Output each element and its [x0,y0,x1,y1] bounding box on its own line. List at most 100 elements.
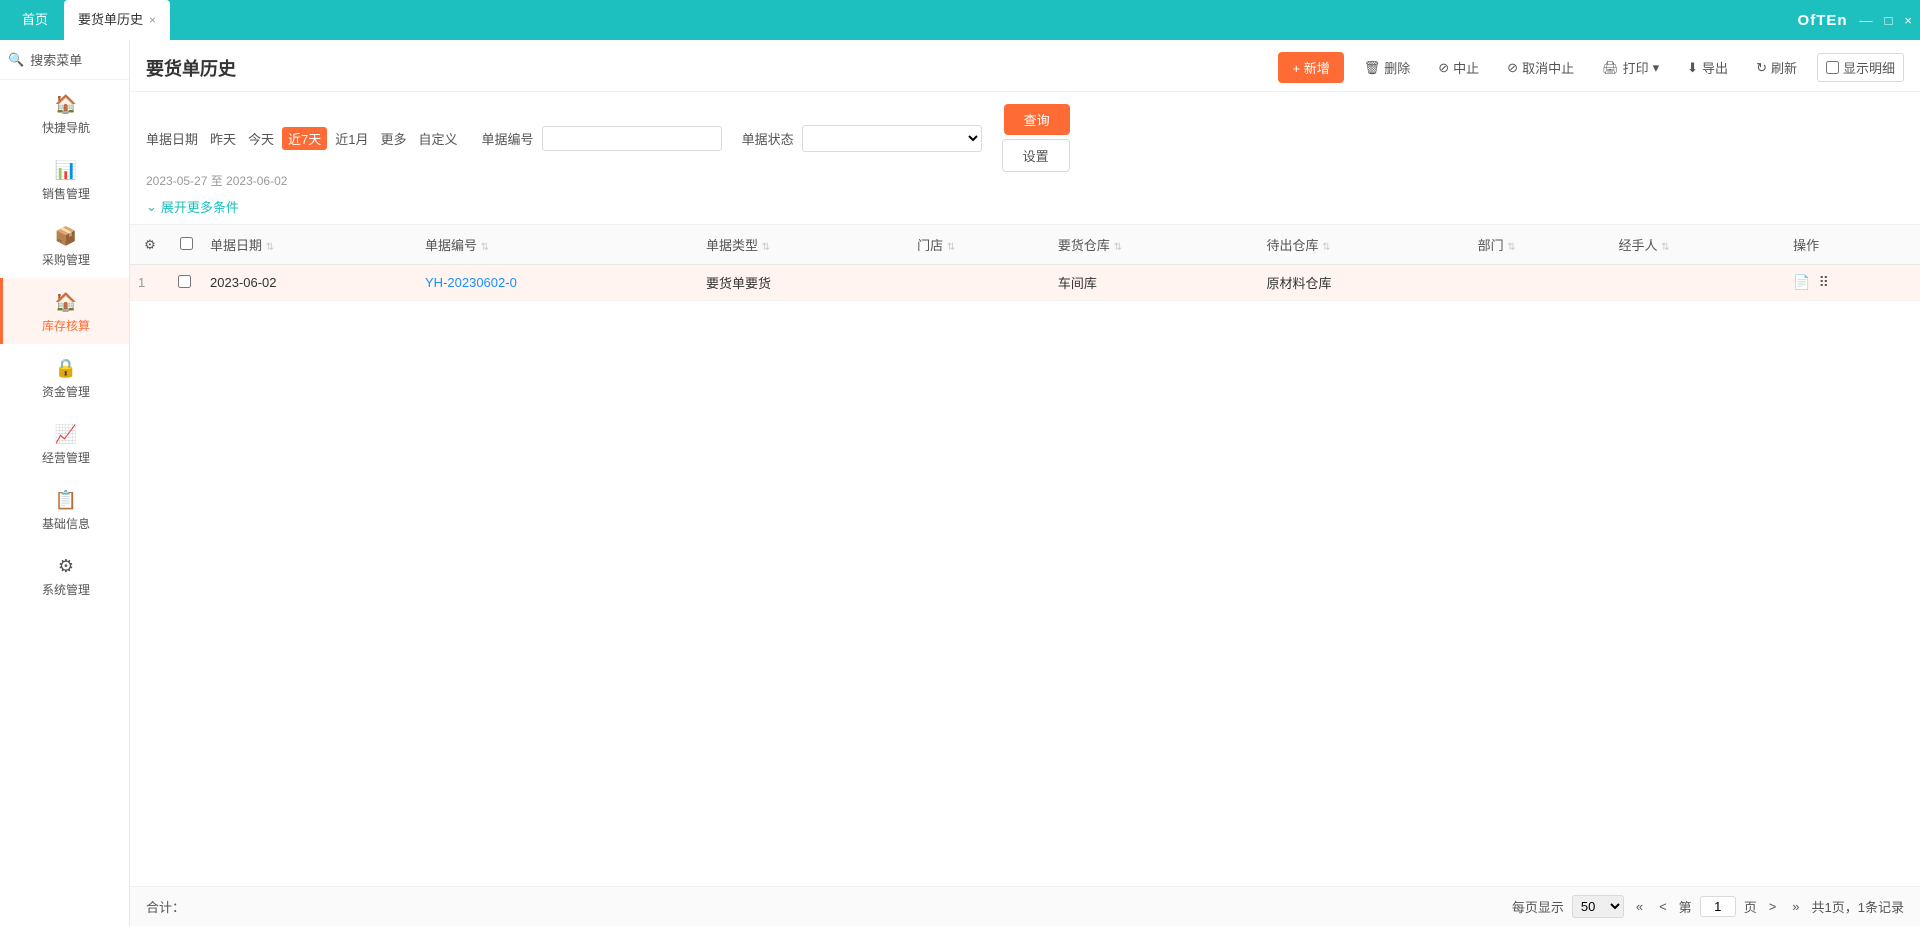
row-checkbox[interactable] [178,275,191,288]
date-yesterday-btn[interactable]: 昨天 [206,127,240,150]
date-more-btn[interactable]: 更多 [377,127,411,150]
sort-doc-date-icon: ⇅ [266,242,274,253]
refresh-button[interactable]: ↻ 刷新 [1748,54,1805,81]
display-detail-checkbox[interactable] [1826,61,1839,74]
th-handler[interactable]: 经手人 ⇅ [1610,225,1785,265]
cancel-suspend-button[interactable]: ⊘ 取消中止 [1499,54,1582,81]
suspend-icon: ⊘ [1438,60,1449,76]
sidebar-item-basic-label: 基础信息 [42,515,90,532]
new-button[interactable]: + 新增 [1278,52,1343,83]
filter-row: 单据日期 昨天 今天 近7天 近1月 更多 自定义 单据编号 [146,104,1904,172]
page-size-label: 每页显示 [1512,897,1564,916]
export-label: 导出 [1702,58,1728,77]
export-button[interactable]: ⬇ 导出 [1679,54,1736,81]
sidebar-item-purchase[interactable]: 📦 采购管理 [0,212,129,278]
filter-date-item: 单据日期 昨天 今天 近7天 近1月 更多 自定义 [146,127,462,150]
pagination: 每页显示 50 10 20 100 « < 第 页 > » 共1页，1条记录 [1512,895,1904,918]
sidebar-item-finance[interactable]: 🔒 资金管理 [0,344,129,410]
th-store-label: 门店 [917,238,943,253]
window-min-btn[interactable]: — [1860,13,1873,28]
doc-no-link[interactable]: YH-20230602-0 [425,275,517,290]
select-all-checkbox[interactable] [180,237,193,250]
th-doc-no[interactable]: 单据编号 ⇅ [417,225,698,265]
table-footer: 合计： 每页显示 50 10 20 100 « < 第 页 > » [130,886,1920,926]
footer-total-label: 合计： [146,897,185,916]
tab-home[interactable]: 首页 [8,0,62,40]
window-close-btn[interactable]: × [1904,13,1912,28]
page-content: 要货单历史 + 新增 🗑 删除 ⊘ 中止 ⊘ 取消中止 [130,40,1920,926]
th-doc-date[interactable]: 单据日期 ⇅ [202,225,417,265]
sidebar-item-inventory[interactable]: 🏠 库存核算 [0,278,129,344]
expand-chevron-icon: ⌄ [146,199,157,215]
expand-label: 展开更多条件 [161,197,239,216]
date-filter-label: 单据日期 [146,129,198,148]
filter-date-range-row: 2023-05-27 至 2023-06-02 [146,172,1904,189]
action-icons: 📄 ⠿ [1793,274,1912,291]
table-header-row: ⚙ 单据日期 ⇅ 单据编号 ⇅ [130,225,1920,265]
status-select[interactable] [802,125,982,152]
sidebar-item-purchase-label: 采购管理 [42,251,90,268]
page-input[interactable] [1700,896,1736,917]
page-size-select[interactable]: 50 10 20 100 [1572,895,1624,918]
td-req-warehouse: 车间库 [1050,265,1259,301]
th-department-label: 部门 [1478,238,1504,253]
action-edit-icon[interactable]: 📄 [1793,274,1810,291]
sales-icon: 📊 [55,160,77,181]
basic-icon: 📋 [55,490,77,511]
display-detail-button[interactable]: 显示明细 [1817,53,1904,82]
th-doc-type[interactable]: 单据类型 ⇅ [698,225,909,265]
first-page-btn[interactable]: « [1632,897,1647,916]
content-area: 要货单历史 + 新增 🗑 删除 ⊘ 中止 ⊘ 取消中止 [130,40,1920,926]
settings-button[interactable]: 设置 [1002,139,1070,172]
sort-store-icon: ⇅ [947,242,955,253]
table-container: ⚙ 单据日期 ⇅ 单据编号 ⇅ [130,225,1920,886]
tab-close-icon[interactable]: × [149,0,156,40]
th-pending-warehouse[interactable]: 待出仓库 ⇅ [1259,225,1470,265]
tab-active[interactable]: 要货单历史 × [64,0,170,40]
sidebar-item-system[interactable]: ⚙ 系统管理 [0,542,129,608]
sort-pending-warehouse-icon: ⇅ [1322,242,1330,253]
sidebar-item-quick-nav[interactable]: 🏠 快捷导航 [0,80,129,146]
last-page-btn[interactable]: » [1788,897,1803,916]
display-detail-label: 显示明细 [1843,58,1895,77]
th-store[interactable]: 门店 ⇅ [909,225,1050,265]
search-icon: 🔍 [8,52,24,68]
date-custom-btn[interactable]: 自定义 [415,127,462,150]
export-icon: ⬇ [1687,60,1698,76]
date-1month-btn[interactable]: 近1月 [331,127,372,150]
th-action: 操作 [1785,225,1920,265]
total-info: 共1页，1条记录 [1812,897,1904,916]
th-department[interactable]: 部门 ⇅ [1470,225,1611,265]
suspend-button[interactable]: ⊘ 中止 [1430,54,1487,81]
purchase-icon: 📦 [55,226,77,247]
docno-input[interactable] [542,126,722,151]
sidebar-item-system-label: 系统管理 [42,581,90,598]
action-more-icon[interactable]: ⠿ [1819,274,1829,291]
td-num: 1 [130,265,170,301]
prev-page-btn[interactable]: < [1655,897,1671,916]
query-button[interactable]: 查询 [1004,104,1070,135]
expand-more-btn[interactable]: ⌄ 展开更多条件 [146,197,1904,216]
th-req-warehouse[interactable]: 要货仓库 ⇅ [1050,225,1259,265]
th-settings[interactable]: ⚙ [130,225,170,265]
date-7days-btn[interactable]: 近7天 [282,127,327,150]
th-pending-warehouse-label: 待出仓库 [1267,238,1319,253]
date-filters: 昨天 今天 近7天 近1月 更多 自定义 [206,127,462,150]
print-chevron-icon: ▾ [1653,60,1660,76]
sidebar-item-basic[interactable]: 📋 基础信息 [0,476,129,542]
filter-right-buttons: 查询 设置 [1002,104,1070,172]
next-page-btn[interactable]: > [1765,897,1781,916]
date-today-btn[interactable]: 今天 [244,127,278,150]
print-button[interactable]: 🖨 打印 ▾ [1594,54,1667,81]
table-body: 1 2023-06-02 YH-20230602-0 要货单要货 车间库 [130,265,1920,301]
window-max-btn[interactable]: □ [1885,13,1893,28]
docno-label: 单据编号 [482,129,534,148]
sidebar: 🔍 搜索菜单 🏠 快捷导航 📊 销售管理 📦 采购管理 🏠 库存核算 🔒 资金管… [0,40,130,926]
sidebar-item-sales[interactable]: 📊 销售管理 [0,146,129,212]
sidebar-item-operations[interactable]: 📈 经营管理 [0,410,129,476]
inventory-icon: 🏠 [55,292,77,313]
th-handler-label: 经手人 [1618,238,1657,253]
delete-button[interactable]: 🗑 删除 [1356,54,1419,81]
date-range-display: 2023-05-27 至 2023-06-02 [146,172,287,189]
sidebar-search[interactable]: 🔍 搜索菜单 [0,40,129,80]
